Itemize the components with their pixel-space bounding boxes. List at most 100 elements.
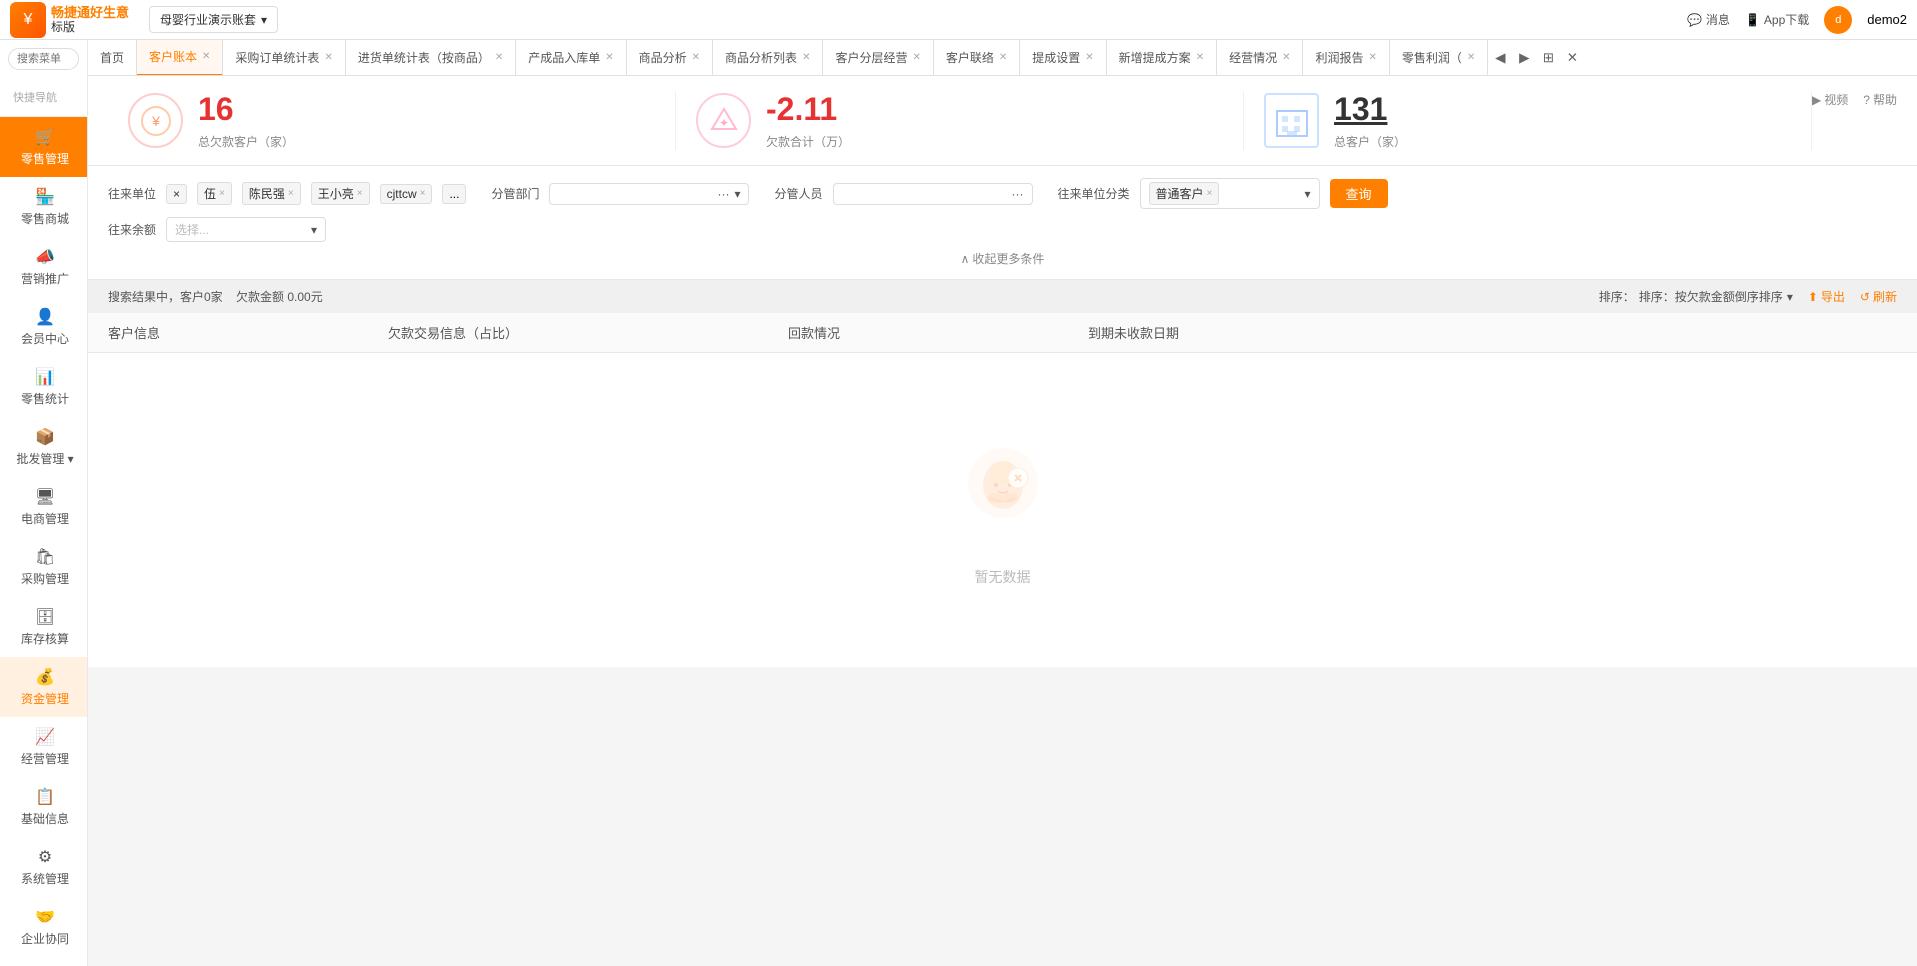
tab-close-product-analysis-list[interactable]: ✕ [802, 52, 810, 63]
sidebar-item-retail-mgmt[interactable]: 🛒 零售管理 [0, 117, 87, 177]
sidebar-item-ecom[interactable]: 🖥 电商管理 [0, 477, 87, 537]
sidebar-item-corp-collab[interactable]: 🤝 企业协同 [0, 897, 87, 957]
result-summary: 搜索结果中，客户0家 欠款金额 0.00元 [108, 288, 323, 305]
empty-state: 暂无数据 [88, 353, 1917, 667]
sidebar-item-ops[interactable]: 📈 经营管理 [0, 717, 87, 777]
tab-product-analysis[interactable]: 商品分析 ✕ [627, 40, 713, 76]
logo-icon: ¥ [10, 2, 46, 38]
sidebar-item-new-guide[interactable]: 🎯 新手引导 [0, 957, 87, 966]
filter-area: 往来单位 × 伍 × 陈民强 × 王小亮 [88, 166, 1917, 280]
sidebar-item-inventory[interactable]: 🗄 库存核算 [0, 597, 87, 657]
filter-tag-chen: 陈民强 × [242, 182, 301, 205]
dropdown-icon: ▾ [261, 13, 267, 27]
dept-select[interactable]: ··· ▾ [549, 183, 749, 205]
tab-ops-situation[interactable]: 经营情况 ✕ [1217, 40, 1303, 76]
export-btn[interactable]: ⬆ 导出 [1808, 288, 1845, 305]
sidebar-item-label: 零售管理 [21, 150, 69, 167]
sidebar-item-label: 采购管理 [21, 570, 69, 587]
filter-tag-wu-del[interactable]: × [219, 188, 225, 199]
retail-mgmt-icon: 🛒 [35, 127, 55, 147]
tab-customer-contact[interactable]: 客户联络 ✕ [934, 40, 1020, 76]
tab-close-customer-segment[interactable]: ✕ [912, 52, 920, 63]
tab-profit-report[interactable]: 利润报告 ✕ [1303, 40, 1389, 76]
tab-close-new-achievement[interactable]: ✕ [1196, 52, 1204, 63]
result-actions: 排序： 排序：按欠款金额倒序排序 ▾ ⬆ 导出 ↺ 刷新 [1599, 288, 1897, 305]
person-select[interactable]: ··· [833, 183, 1033, 205]
sidebar-item-label: 会员中心 [21, 330, 69, 347]
tab-close-customer-contact[interactable]: ✕ [999, 52, 1007, 63]
sidebar-item-label: 资金管理 [21, 690, 69, 707]
filter-tag-cjttcw-del[interactable]: × [420, 188, 426, 199]
classification-tag-normal: 普通客户 × [1149, 182, 1220, 205]
refresh-btn[interactable]: ↺ 刷新 [1860, 288, 1897, 305]
message-btn[interactable]: 💬 消息 [1687, 11, 1730, 28]
classification-select[interactable]: 普通客户 × ▾ [1140, 178, 1320, 209]
sidebar-item-basic-info[interactable]: 📋 基础信息 [0, 777, 87, 837]
query-button[interactable]: 查询 [1330, 179, 1388, 208]
tab-close-product-instock[interactable]: ✕ [605, 52, 613, 63]
tab-nav-close-all[interactable]: ✕ [1560, 40, 1584, 76]
sidebar-item-label: 企业协同 [21, 930, 69, 947]
overdue-customers-icon: ¥ [128, 93, 183, 148]
col-due-date: 到期未收款日期 [1088, 323, 1897, 342]
sidebar-item-retail-stats[interactable]: 📊 零售统计 [0, 357, 87, 417]
tab-improvement-settings[interactable]: 提成设置 ✕ [1020, 40, 1106, 76]
tab-home[interactable]: 首页 [88, 40, 137, 76]
sidebar-item-purchase[interactable]: 🛍 采购管理 [0, 537, 87, 597]
app-download-btn[interactable]: 📱 App下载 [1745, 11, 1809, 28]
basic-info-icon: 📋 [35, 787, 55, 807]
sidebar-item-marketing[interactable]: 📣 营销推广 [0, 237, 87, 297]
chevron-up-icon: ∧ [961, 252, 970, 266]
tab-product-instock[interactable]: 产成品入库单 ✕ [516, 40, 626, 76]
user-avatar[interactable]: d [1824, 6, 1852, 34]
filter-more-tag[interactable]: ... [442, 184, 466, 204]
ecom-icon: 🖥 [35, 487, 55, 507]
corp-collab-icon: 🤝 [35, 907, 55, 927]
balance-select[interactable]: 选择... ▾ [166, 217, 326, 242]
tab-customer-book[interactable]: 客户账本 ✕ [137, 40, 223, 76]
tab-close-ops-situation[interactable]: ✕ [1282, 52, 1290, 63]
filter-tag-chen-del[interactable]: × [288, 188, 294, 199]
app-icon: 📱 [1745, 13, 1760, 27]
tab-nav-expand[interactable]: ⊞ [1536, 40, 1560, 76]
dept-select-more: ··· [717, 187, 729, 201]
search-input[interactable] [8, 48, 79, 70]
sidebar-item-batch-mgmt[interactable]: 📦 批发管理 ▾ [0, 417, 87, 477]
tab-retail-profit[interactable]: 零售利润（ ✕ [1390, 40, 1488, 76]
classification-label: 往来单位分类 [1058, 185, 1130, 202]
sort-select[interactable]: 排序： 排序：按欠款金额倒序排序 ▾ [1599, 288, 1793, 305]
tab-inventory-stats[interactable]: 进货单统计表（按商品） ✕ [346, 40, 516, 76]
top-bar-right: 💬 消息 📱 App下载 d demo2 [1687, 6, 1907, 34]
sidebar-item-member[interactable]: 👤 会员中心 [0, 297, 87, 357]
tab-close-inventory-stats[interactable]: ✕ [495, 52, 503, 63]
filter-tag-wang-del[interactable]: × [357, 188, 363, 199]
collapse-btn[interactable]: ∧ 收起更多条件 [961, 250, 1045, 267]
stat-total-customers: 131 总客户（家） [1244, 91, 1812, 150]
tab-product-analysis-list[interactable]: 商品分析列表 ✕ [713, 40, 823, 76]
tab-purchase-order-stats[interactable]: 采购订单统计表 ✕ [223, 40, 345, 76]
sort-label: 排序： [1599, 288, 1635, 305]
sidebar-item-retail-mall[interactable]: 🏪 零售商城 [0, 177, 87, 237]
tab-nav-prev[interactable]: ◀ [1488, 40, 1512, 76]
tab-close-customer-book[interactable]: ✕ [202, 51, 210, 62]
stats-bar: ¥ 16 总欠款客户（家） ✦ [88, 76, 1917, 166]
classification-tag-del[interactable]: × [1207, 188, 1213, 199]
tab-close-retail-profit[interactable]: ✕ [1467, 52, 1475, 63]
tab-customer-segment[interactable]: 客户分层经营 ✕ [823, 40, 933, 76]
industry-select[interactable]: 母婴行业演示账套 ▾ [149, 6, 278, 33]
tab-close-profit-report[interactable]: ✕ [1369, 52, 1377, 63]
sidebar-item-label: 零售商城 [21, 210, 69, 227]
sidebar-item-finance[interactable]: 💰 资金管理 [0, 657, 87, 717]
tab-new-achievement[interactable]: 新增提成方案 ✕ [1107, 40, 1217, 76]
sidebar-item-label: 营销推广 [21, 270, 69, 287]
table-container: 客户信息 欠款交易信息（占比） 回款情况 到期未收款日期 [88, 313, 1917, 667]
video-help-btn[interactable]: ▶ 视频 [1812, 91, 1848, 108]
filter-tag-x: × [166, 184, 187, 204]
tab-close-improvement-settings[interactable]: ✕ [1085, 52, 1093, 63]
tab-close-purchase-order-stats[interactable]: ✕ [324, 52, 332, 63]
tab-close-product-analysis[interactable]: ✕ [692, 52, 700, 63]
tab-nav-next[interactable]: ▶ [1512, 40, 1536, 76]
sidebar-item-sys[interactable]: ⚙ 系统管理 [0, 837, 87, 897]
help-btn[interactable]: ? 帮助 [1863, 91, 1897, 108]
export-icon: ⬆ [1808, 290, 1818, 304]
